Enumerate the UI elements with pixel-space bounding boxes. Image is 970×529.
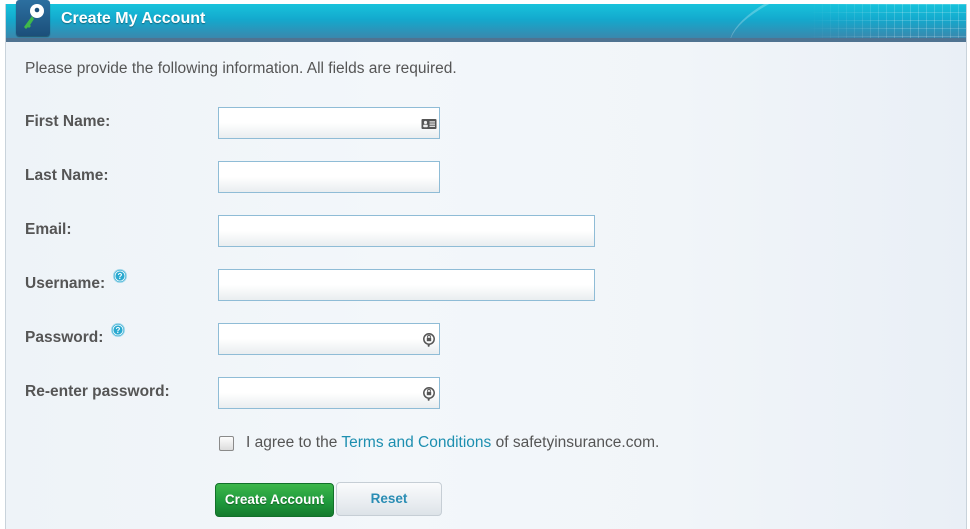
first-name-input[interactable] [219, 108, 439, 138]
header-grid-pattern [806, 4, 966, 38]
reset-button[interactable]: Reset [336, 482, 442, 516]
reenter-password-field[interactable] [218, 377, 440, 409]
svg-text:?: ? [116, 326, 121, 335]
last-name-field[interactable] [218, 161, 440, 193]
terms-checkbox[interactable] [219, 436, 234, 451]
email-label: Email: [25, 221, 72, 238]
username-help-icon[interactable]: ? [113, 269, 127, 283]
contact-card-icon[interactable] [421, 117, 437, 131]
terms-text: I agree to the Terms and Conditions of s… [246, 434, 659, 452]
password-input[interactable] [219, 324, 439, 354]
password-field[interactable] [218, 323, 440, 355]
terms-suffix: of safetyinsurance.com. [495, 434, 660, 451]
password-key-icon[interactable] [421, 332, 437, 347]
last-name-label: Last Name: [25, 167, 109, 184]
panel-header: Create My Account [6, 4, 966, 42]
password-help-icon[interactable]: ? [111, 323, 125, 337]
key-icon [16, 0, 50, 36]
last-name-input[interactable] [219, 162, 439, 192]
page-title: Create My Account [61, 10, 206, 27]
first-name-field[interactable] [218, 107, 440, 139]
create-account-panel: Create My Account Please provide the fol… [5, 0, 967, 529]
reenter-password-input[interactable] [219, 378, 439, 408]
create-account-button[interactable]: Create Account [215, 483, 334, 517]
username-input[interactable] [219, 270, 594, 300]
first-name-label: First Name: [25, 113, 111, 130]
terms-prefix: I agree to the [246, 434, 338, 451]
form-instructions: Please provide the following information… [25, 60, 457, 77]
username-label: Username: [25, 275, 106, 292]
password-label: Password: [25, 329, 104, 346]
email-input[interactable] [219, 216, 594, 246]
terms-link[interactable]: Terms and Conditions [341, 434, 491, 451]
svg-text:?: ? [118, 272, 123, 281]
username-field[interactable] [218, 269, 595, 301]
reenter-password-label: Re-enter password: [25, 383, 170, 400]
password-key-icon[interactable] [421, 386, 437, 401]
email-field[interactable] [218, 215, 595, 247]
